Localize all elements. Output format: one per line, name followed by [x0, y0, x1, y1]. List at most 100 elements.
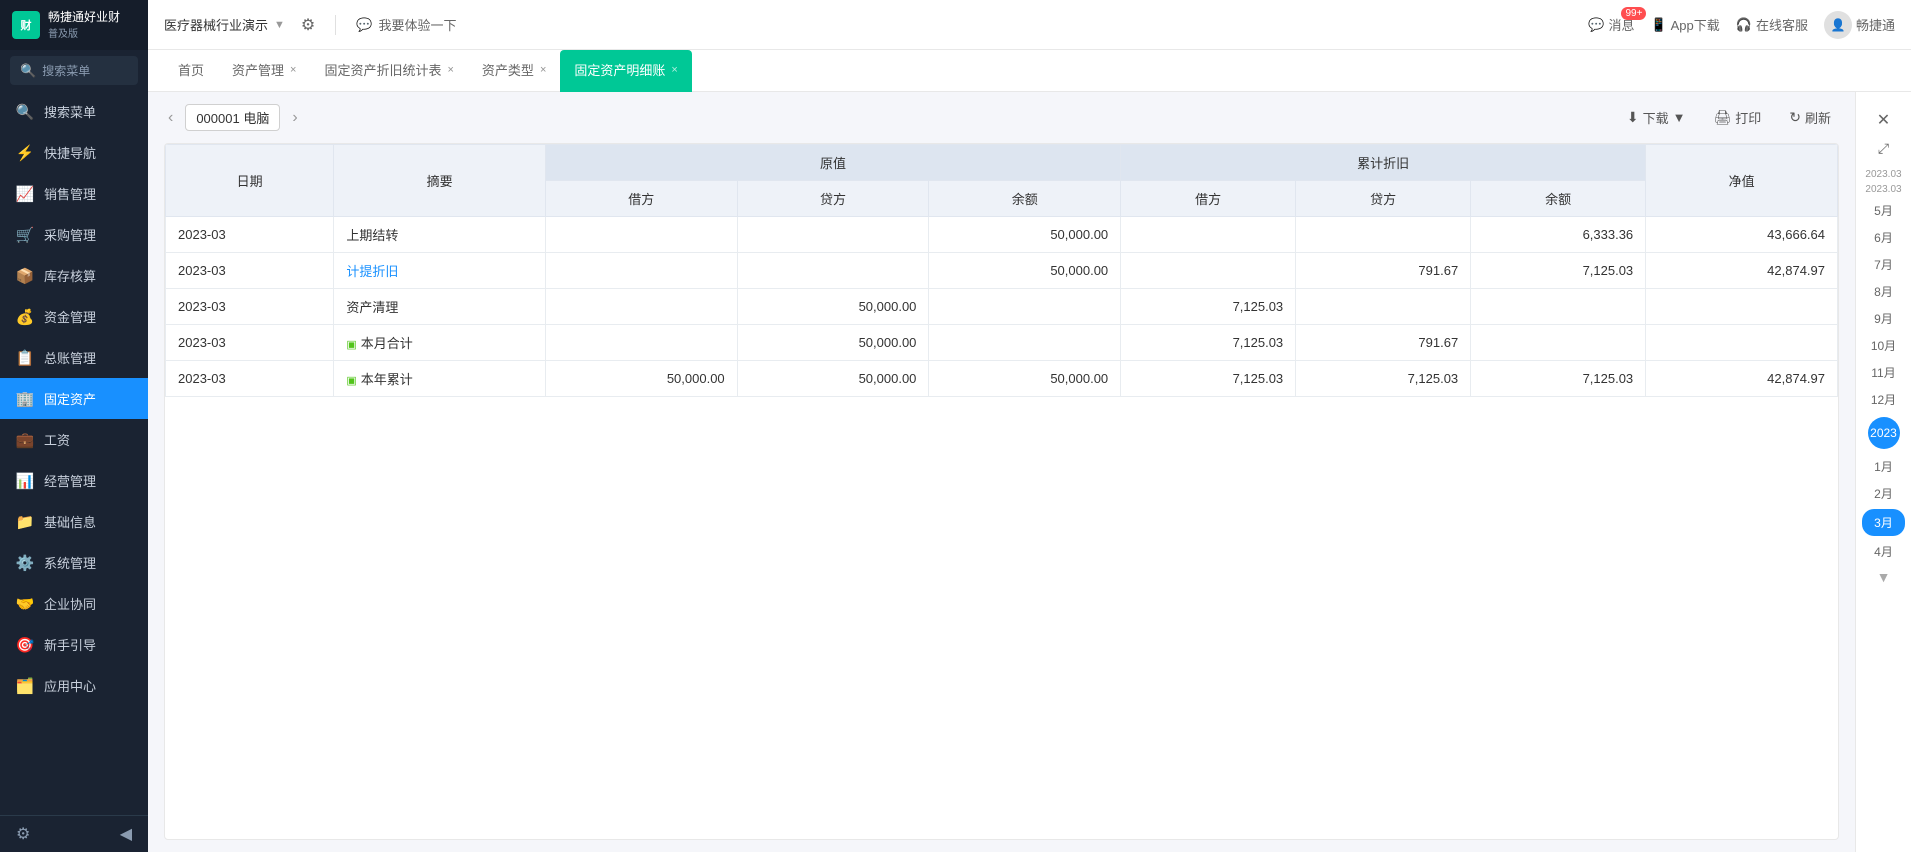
tab-close-icon[interactable]: ×	[447, 64, 453, 76]
th-orig-debit: 借方	[545, 181, 737, 217]
sidebar-item-ledger[interactable]: 📋总账管理	[0, 337, 148, 378]
quick-nav-icon: ⚡	[16, 144, 34, 162]
tab-asset-mgmt[interactable]: 资产管理×	[218, 50, 310, 92]
next-asset-btn[interactable]: ›	[288, 107, 301, 129]
sidebar-item-label: 销售管理	[44, 184, 96, 203]
sidebar-item-inventory[interactable]: 📦库存核算	[0, 255, 148, 296]
timeline-month[interactable]: 9月	[1856, 305, 1911, 332]
cell-summary[interactable]: 计提折旧	[334, 253, 546, 289]
timeline-month[interactable]: 4月	[1856, 538, 1911, 565]
timeline-month[interactable]: 1月	[1856, 453, 1911, 480]
cell-orig-debit	[545, 217, 737, 253]
tab-close-icon[interactable]: ×	[671, 64, 677, 76]
customer-service-btn[interactable]: 🎧 在线客服	[1736, 15, 1808, 34]
prev-asset-btn[interactable]: ‹	[164, 107, 177, 129]
sidebar-item-quick-nav[interactable]: ⚡快捷导航	[0, 132, 148, 173]
timeline-month[interactable]: 8月	[1856, 278, 1911, 305]
guide-icon: 🎯	[16, 636, 34, 654]
tab-home[interactable]: 首页	[164, 50, 218, 92]
sidebar-item-basic-info[interactable]: 📁基础信息	[0, 501, 148, 542]
enterprise-icon: 🤝	[16, 595, 34, 613]
sidebar-item-finance[interactable]: 💰资金管理	[0, 296, 148, 337]
cell-net-value	[1646, 325, 1838, 361]
sidebar-item-enterprise[interactable]: 🤝企业协同	[0, 583, 148, 624]
cell-net-value: 42,874.97	[1646, 361, 1838, 397]
sidebar-item-system[interactable]: ⚙️系统管理	[0, 542, 148, 583]
tab-asset-detail[interactable]: 固定资产明细账×	[560, 50, 691, 92]
panel-top: ✕ ⤢	[1873, 100, 1894, 167]
timeline-month[interactable]: 5月	[1856, 197, 1911, 224]
print-btn[interactable]: 🖨 打印	[1705, 104, 1769, 131]
app-center-icon: 🗂️	[16, 677, 34, 695]
tab-depreciation-stat[interactable]: 固定资产折旧统计表×	[310, 50, 467, 92]
toolbar-actions: ⬇ 下载 ▼ 🖨 打印 ↻ 刷新	[1619, 104, 1839, 131]
messages-icon: 💬	[1588, 17, 1604, 33]
timeline: 5月6月7月8月9月10月11月12月 2023 1月2月3月4月▼	[1856, 197, 1911, 589]
refresh-btn[interactable]: ↻ 刷新	[1781, 104, 1839, 131]
tabbar: 首页资产管理×固定资产折旧统计表×资产类型×固定资产明细账×	[148, 50, 1911, 92]
brand-version: 普及版	[48, 25, 120, 40]
username-label: 畅捷通	[1856, 15, 1895, 34]
sidebar-item-fixed-assets[interactable]: 🏢固定资产	[0, 378, 148, 419]
download-btn[interactable]: ⬇ 下载 ▼	[1619, 104, 1694, 131]
collapse-icon[interactable]: ◀	[120, 824, 132, 844]
panel-close-btn[interactable]: ✕	[1873, 106, 1894, 134]
timeline-month[interactable]: 3月	[1862, 509, 1905, 536]
timeline-month[interactable]: 6月	[1856, 224, 1911, 251]
th-acc-balance: 余额	[1471, 181, 1646, 217]
cell-summary: ▣本年累计	[334, 361, 546, 397]
timeline-month[interactable]: 7月	[1856, 251, 1911, 278]
app-icon: 📱	[1650, 17, 1666, 33]
fixed-assets-icon: 🏢	[16, 390, 34, 408]
sidebar-item-search[interactable]: 🔍搜索菜单	[0, 91, 148, 132]
panel-expand-btn[interactable]: ⤢	[1874, 136, 1893, 161]
timeline-down-arrow[interactable]: ▼	[1873, 565, 1895, 589]
cell-acc-credit: 791.67	[1296, 253, 1471, 289]
sidebar-item-guide[interactable]: 🎯新手引导	[0, 624, 148, 665]
app-download-btn[interactable]: 📱 App下载	[1650, 15, 1719, 34]
table-row: 2023-03 上期结转 50,000.00 6,333.36 43,666.6…	[166, 217, 1838, 253]
cell-acc-balance: 7,125.03	[1471, 361, 1646, 397]
tab-close-icon[interactable]: ×	[290, 64, 296, 76]
th-acc-credit: 贷方	[1296, 181, 1471, 217]
logo-icon: 财	[12, 11, 40, 39]
cell-acc-balance	[1471, 325, 1646, 361]
user-area[interactable]: 👤 畅捷通	[1824, 11, 1895, 39]
timeline-month[interactable]: 11月	[1856, 359, 1911, 386]
sidebar-item-sales[interactable]: 📈 销售管理	[0, 173, 148, 214]
cell-net-value: 42,874.97	[1646, 253, 1838, 289]
basic-info-icon: 📁	[16, 513, 34, 531]
cell-orig-balance: 50,000.00	[929, 361, 1121, 397]
ledger-icon: 📋	[16, 349, 34, 367]
summary-icon: ▣	[346, 339, 356, 351]
settings-icon[interactable]: ⚙	[16, 824, 30, 844]
sidebar-item-payroll[interactable]: 💼工资	[0, 419, 148, 460]
refresh-icon: ↻	[1789, 109, 1801, 126]
cell-date: 2023-03	[166, 253, 334, 289]
sidebar-bottom: ⚙ ◀	[0, 815, 148, 852]
main-area: 医疗器械行业演示 ▼ ⚙ 💬 我要体验一下 💬 消息 99+ 📱 App下载 🎧…	[148, 0, 1911, 852]
company-selector[interactable]: 医疗器械行业演示 ▼	[164, 15, 285, 34]
tab-asset-type[interactable]: 资产类型×	[468, 50, 560, 92]
timeline-month[interactable]: 2月	[1856, 480, 1911, 507]
cell-acc-debit: 7,125.03	[1121, 289, 1296, 325]
experience-btn[interactable]: 💬 我要体验一下	[356, 15, 456, 34]
tab-close-icon[interactable]: ×	[540, 64, 546, 76]
timeline-month[interactable]: 12月	[1856, 386, 1911, 413]
timeline-year[interactable]: 2023	[1868, 417, 1900, 449]
timeline-month[interactable]: 10月	[1856, 332, 1911, 359]
topbar-right: 💬 消息 99+ 📱 App下载 🎧 在线客服 👤 畅捷通	[1588, 11, 1895, 39]
sales-icon: 📈	[16, 185, 34, 203]
sidebar-item-operations[interactable]: 📊经营管理	[0, 460, 148, 501]
sidebar-item-label: 采购管理	[44, 225, 96, 244]
messages-badge: 99+	[1621, 7, 1646, 20]
messages-btn[interactable]: 💬 消息 99+	[1588, 15, 1634, 34]
th-date: 日期	[166, 145, 334, 217]
th-orig-balance: 余额	[929, 181, 1121, 217]
sidebar-search[interactable]: 🔍 搜索菜单	[10, 56, 138, 85]
settings-icon[interactable]: ⚙	[301, 15, 315, 35]
sidebar-item-purchase[interactable]: 🛒采购管理	[0, 214, 148, 255]
cell-orig-balance	[929, 325, 1121, 361]
search-icon: 🔍	[16, 103, 34, 121]
sidebar-item-app-center[interactable]: 🗂️应用中心	[0, 665, 148, 706]
